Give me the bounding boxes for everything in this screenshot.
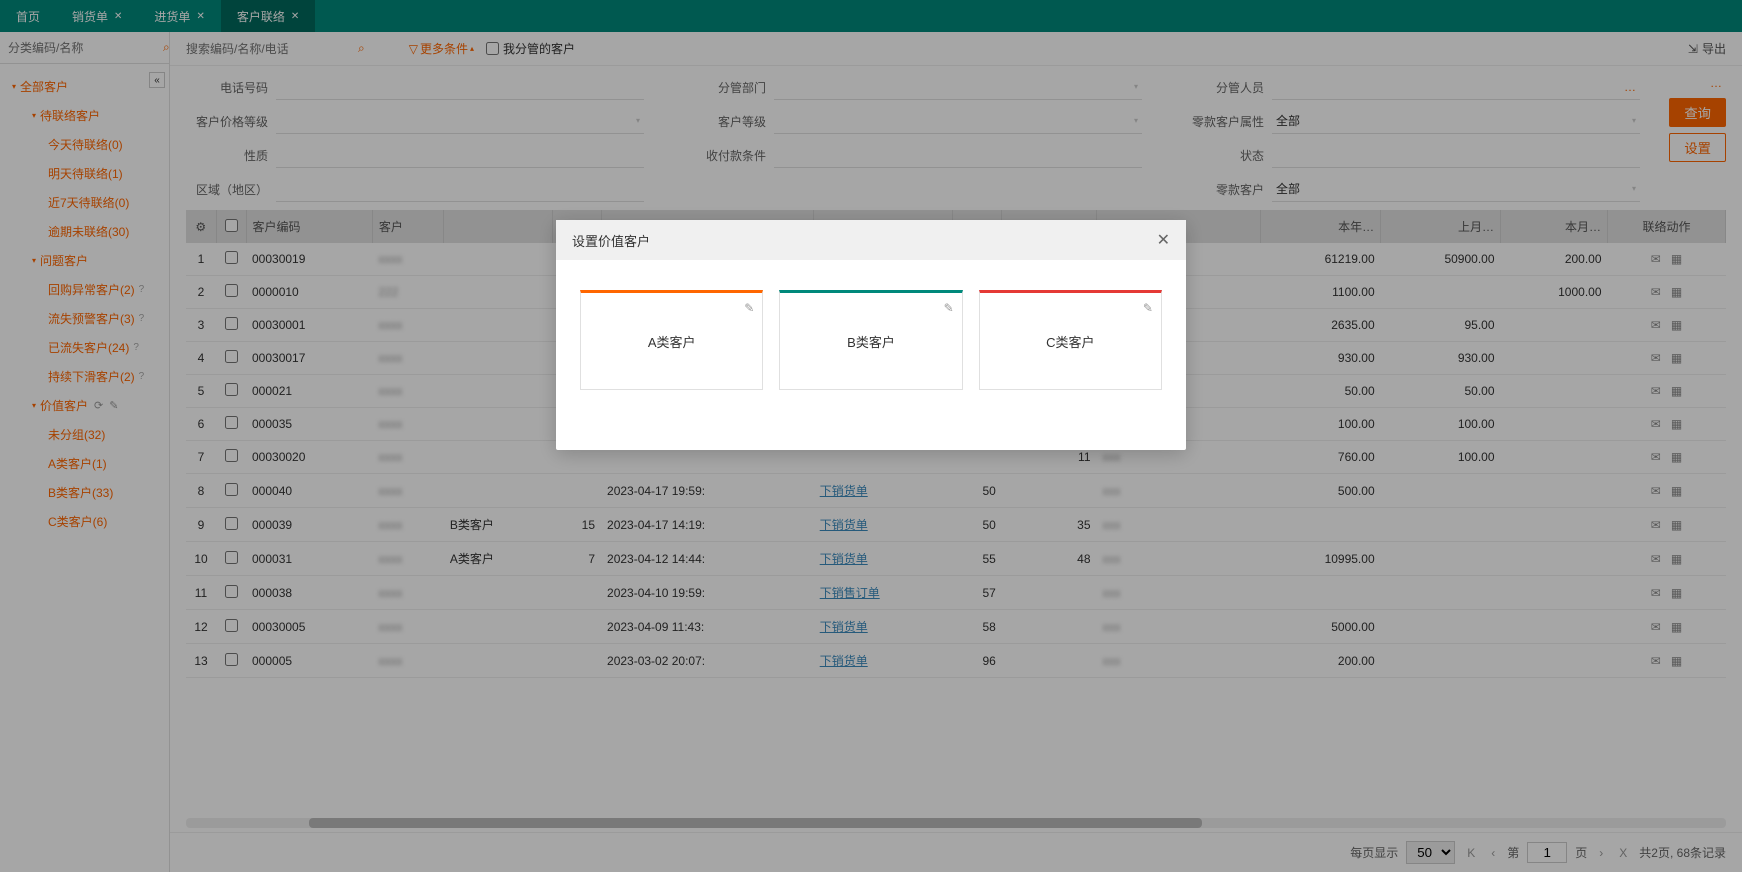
modal-overlay[interactable]: 设置价值客户 ✕ ✎ A类客户✎ B类客户✎ C类客户 — [0, 0, 1742, 872]
modal-body: ✎ A类客户✎ B类客户✎ C类客户 — [556, 260, 1186, 450]
value-card-c[interactable]: ✎ C类客户 — [979, 290, 1162, 390]
value-card-a[interactable]: ✎ A类客户 — [580, 290, 763, 390]
modal-header: 设置价值客户 ✕ — [556, 220, 1186, 260]
value-card-label: C类客户 — [1046, 332, 1094, 351]
value-card-b[interactable]: ✎ B类客户 — [779, 290, 962, 390]
edit-icon[interactable]: ✎ — [944, 301, 954, 315]
value-card-label: B类客户 — [847, 332, 895, 351]
close-icon[interactable]: ✕ — [1157, 230, 1170, 250]
edit-icon[interactable]: ✎ — [744, 301, 754, 315]
modal-title: 设置价值客户 — [572, 231, 650, 250]
value-card-label: A类客户 — [648, 332, 696, 351]
value-customer-modal: 设置价值客户 ✕ ✎ A类客户✎ B类客户✎ C类客户 — [556, 220, 1186, 450]
edit-icon[interactable]: ✎ — [1143, 301, 1153, 315]
